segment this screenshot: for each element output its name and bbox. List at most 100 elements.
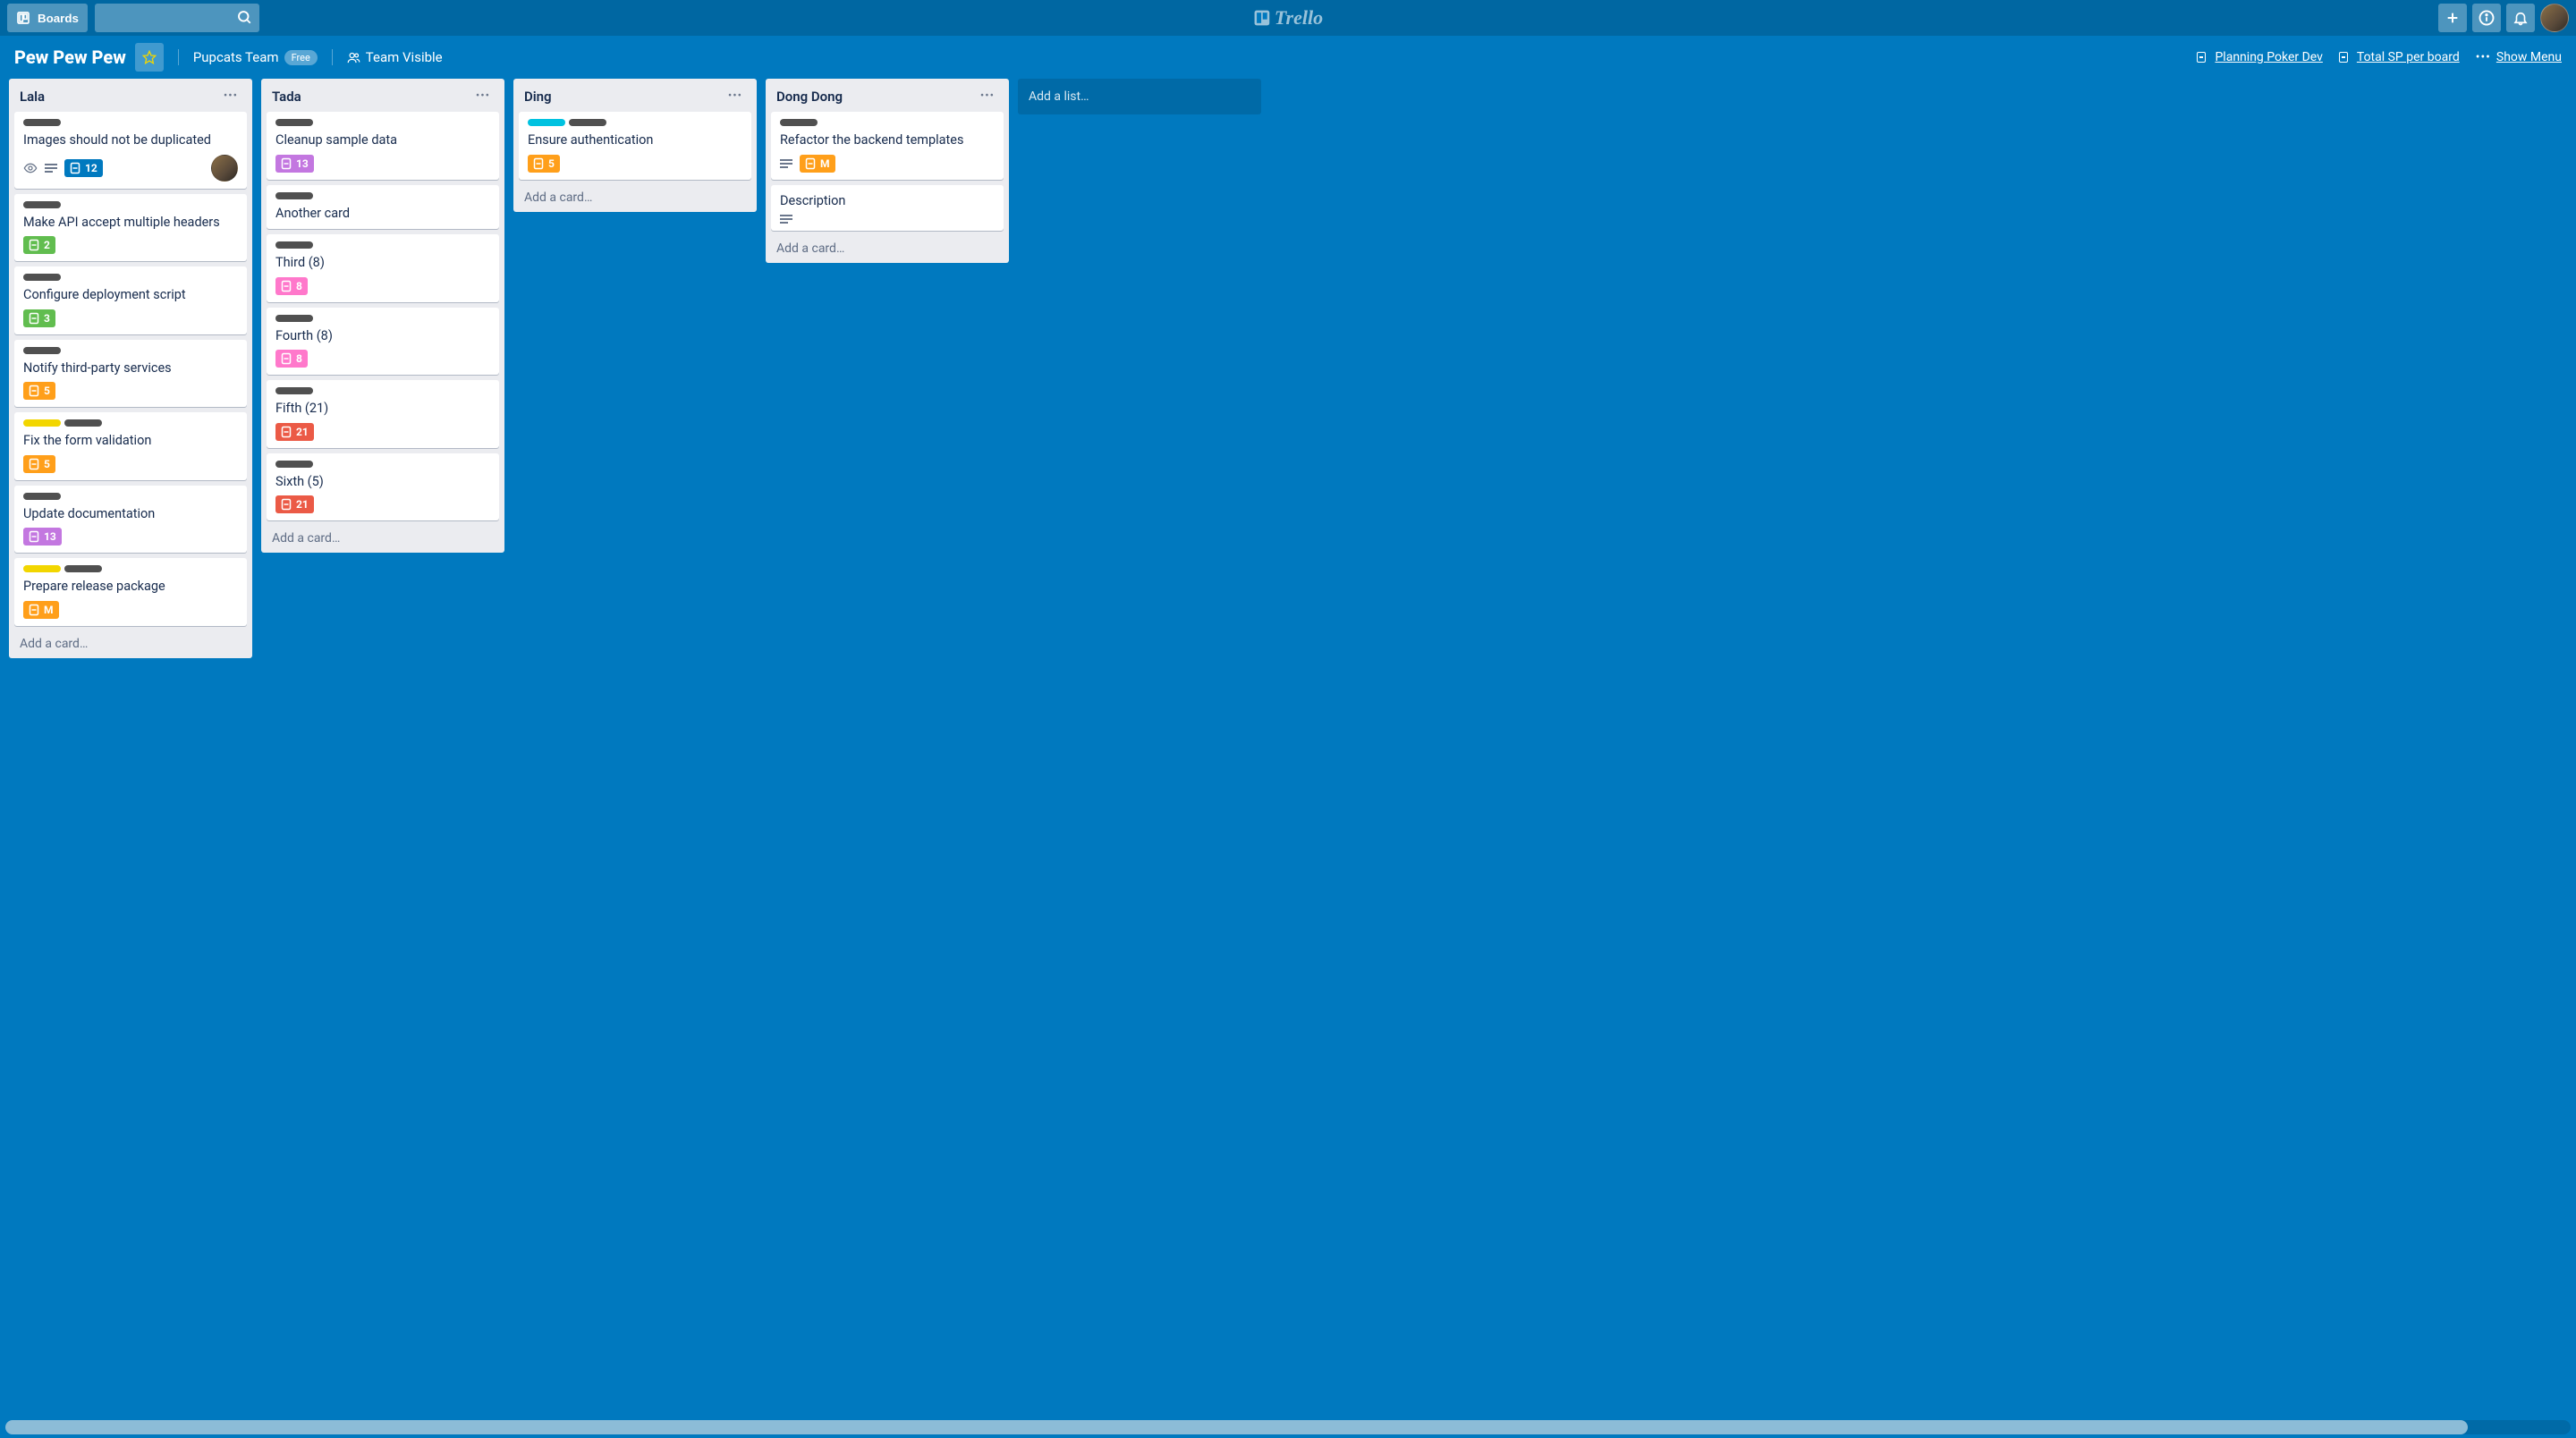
card-label[interactable] [275, 461, 313, 468]
card-label[interactable] [780, 119, 818, 126]
card-title: Third (8) [275, 254, 490, 272]
board-header: Pew Pew Pew Pupcats Team Free Team Visib… [0, 36, 2576, 79]
card-badges: 13 [23, 528, 238, 546]
card-label[interactable] [275, 315, 313, 322]
list-title[interactable]: Tada [272, 89, 301, 105]
notifications-button[interactable] [2506, 4, 2535, 32]
ellipsis-icon: ••• [2476, 50, 2491, 64]
card-label[interactable] [275, 387, 313, 394]
list-title[interactable]: Lala [20, 89, 45, 105]
story-points-badge: 8 [275, 350, 308, 368]
card[interactable]: Cleanup sample data13 [267, 112, 499, 180]
description-icon [780, 159, 792, 168]
card[interactable]: Fourth (8) 8 [267, 308, 499, 376]
card[interactable]: Sixth (5)21 [267, 453, 499, 521]
card-label[interactable] [23, 119, 61, 126]
planning-poker-link[interactable]: Planning Poker Dev [2197, 50, 2322, 64]
card-label[interactable] [23, 565, 61, 572]
card[interactable]: Fifth (21)21 [267, 380, 499, 448]
add-button[interactable] [2438, 4, 2467, 32]
card[interactable]: Notify third-party services5 [14, 340, 247, 408]
story-points-badge: 21 [275, 495, 314, 513]
board-canvas[interactable]: Lala ••• Images should not be duplicated12… [0, 79, 2576, 1438]
list-title[interactable]: Dong Dong [776, 89, 843, 105]
scrollbar-thumb[interactable] [5, 1420, 2468, 1434]
nav-right [2438, 4, 2569, 32]
list-menu-button[interactable]: ••• [472, 88, 494, 105]
add-card-button[interactable]: Add a card… [519, 185, 751, 207]
card-label[interactable] [275, 241, 313, 249]
card-badges: 5 [23, 455, 238, 473]
card-label[interactable] [23, 419, 61, 427]
card-badges [780, 215, 995, 224]
card-label[interactable] [64, 419, 102, 427]
card-title: Prepare release package [23, 578, 238, 596]
list-menu-button[interactable]: ••• [724, 88, 746, 105]
boards-icon [16, 11, 30, 25]
card-title: Another card [275, 205, 490, 223]
add-list-button[interactable]: Add a list… [1018, 79, 1261, 114]
eye-icon [23, 161, 38, 175]
card-title: Fourth (8) [275, 327, 490, 345]
boards-label: Boards [38, 12, 79, 25]
trello-logo-text: Trello [1275, 6, 1323, 30]
card[interactable]: Another card [267, 185, 499, 230]
card-label[interactable] [23, 274, 61, 281]
plus-icon [2445, 11, 2460, 25]
label-row [23, 347, 238, 354]
card-badges: 21 [275, 423, 490, 441]
card-label[interactable] [569, 119, 606, 126]
card[interactable]: Description [771, 185, 1004, 232]
card-label[interactable] [275, 192, 313, 199]
label-row [275, 119, 490, 126]
description-icon [45, 164, 57, 173]
list-menu-button[interactable]: ••• [220, 88, 242, 105]
card[interactable]: Make API accept multiple headers2 [14, 194, 247, 262]
card[interactable]: Ensure authentication 5 [519, 112, 751, 180]
card-badges: 12 [23, 155, 238, 182]
label-row [275, 315, 490, 322]
total-sp-link[interactable]: Total SP per board [2339, 50, 2460, 64]
boards-button[interactable]: Boards [7, 4, 88, 32]
card-label[interactable] [64, 565, 102, 572]
card[interactable]: Fix the form validation 5 [14, 412, 247, 480]
add-card-button[interactable]: Add a card… [14, 631, 247, 653]
visibility-button[interactable]: Team Visible [347, 49, 443, 65]
add-card-button[interactable]: Add a card… [771, 236, 1004, 258]
story-points-badge: 21 [275, 423, 314, 441]
team-name[interactable]: Pupcats Team Free [193, 49, 318, 65]
add-card-button[interactable]: Add a card… [267, 526, 499, 547]
card-badges: 2 [23, 236, 238, 254]
card[interactable]: Images should not be duplicated12 [14, 112, 247, 189]
card[interactable]: Refactor the backend templatesM [771, 112, 1004, 180]
card-title: Ensure authentication [528, 131, 742, 149]
board-title[interactable]: Pew Pew Pew [14, 47, 126, 68]
label-row [528, 119, 742, 126]
card-label[interactable] [528, 119, 565, 126]
card[interactable]: Update documentation13 [14, 486, 247, 554]
story-points-badge: M [800, 155, 835, 173]
avatar[interactable] [2540, 4, 2569, 32]
card[interactable]: Configure deployment script3 [14, 266, 247, 334]
card-label[interactable] [23, 493, 61, 500]
star-button[interactable] [135, 43, 164, 72]
label-row [275, 241, 490, 249]
trello-logo[interactable]: Trello [1253, 6, 1323, 30]
divider [332, 49, 333, 65]
card-member-avatar[interactable] [211, 155, 238, 182]
info-button[interactable] [2472, 4, 2501, 32]
card[interactable]: Third (8)8 [267, 234, 499, 302]
list-menu-button[interactable]: ••• [977, 88, 998, 105]
horizontal-scrollbar[interactable] [5, 1420, 2571, 1434]
card-label[interactable] [275, 119, 313, 126]
card-label[interactable] [23, 201, 61, 208]
description-icon [780, 215, 792, 224]
show-menu-button[interactable]: ••• Show Menu [2476, 50, 2562, 64]
label-row [23, 274, 238, 281]
search-input[interactable] [95, 4, 259, 32]
card-title: Fix the form validation [23, 432, 238, 450]
list-title[interactable]: Ding [524, 89, 552, 105]
card[interactable]: Prepare release packageM [14, 558, 247, 626]
card-label[interactable] [23, 347, 61, 354]
story-points-badge: 5 [528, 155, 560, 173]
